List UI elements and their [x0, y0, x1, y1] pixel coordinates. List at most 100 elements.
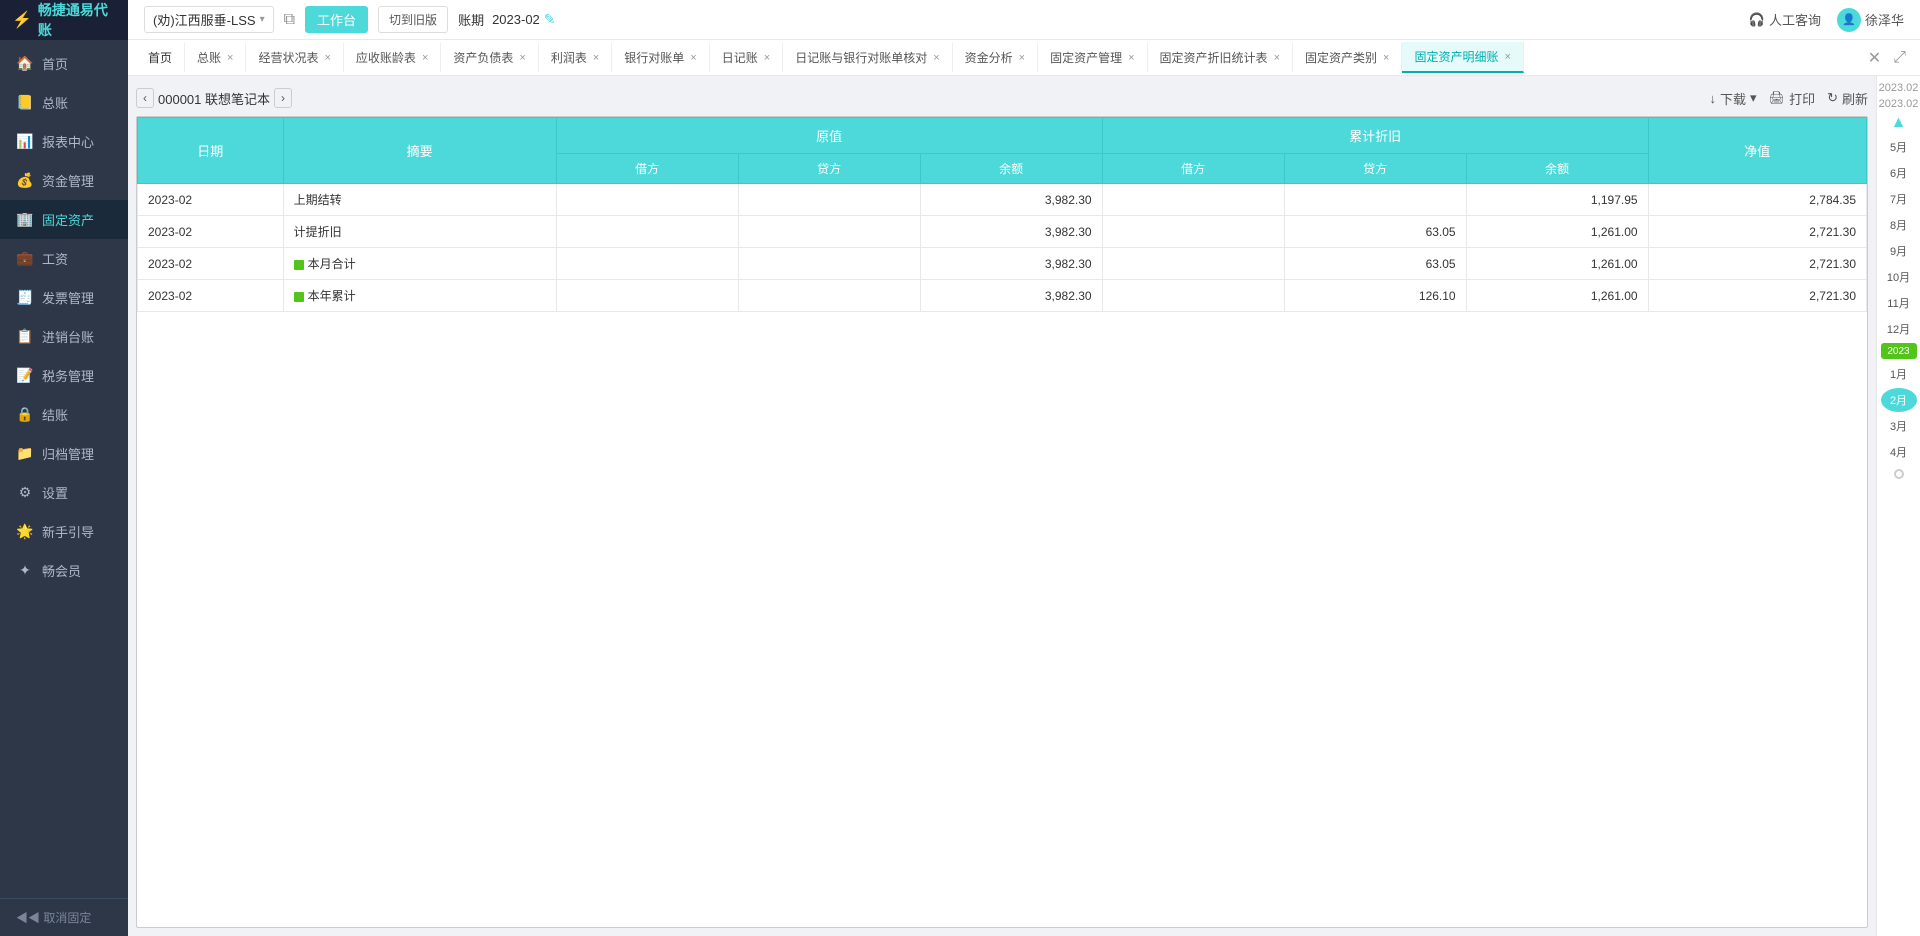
service-button[interactable]: 🎧 人工客询 — [1749, 10, 1821, 29]
topbar-right: 🎧 人工客询 👤 徐泽华 — [1749, 8, 1904, 32]
cal-month-1[interactable]: 1月 — [1881, 362, 1917, 386]
tab-bank-close[interactable]: × — [690, 52, 696, 64]
sidebar-item-vip[interactable]: ✦ 畅会员 — [0, 551, 128, 590]
tab-journal-label: 日记账 — [722, 49, 758, 66]
cell-orig-credit — [738, 248, 920, 280]
tab-ledger[interactable]: 总账 × — [185, 43, 246, 72]
tab-assets[interactable]: 资产负债表 × — [441, 43, 538, 72]
tab-reconcile-label: 日记账与银行对账单核对 — [795, 49, 927, 66]
cal-month-7[interactable]: 7月 — [1881, 187, 1917, 211]
sidebar-item-fixed[interactable]: 🏢 固定资产 — [0, 200, 128, 239]
fixed-asset-detail-table: 日期 摘要 原值 累计折旧 净值 借方 贷方 余额 借方 贷方 余额 — [136, 116, 1868, 928]
tab-profit[interactable]: 利润表 × — [539, 43, 612, 72]
sidebar-item-tax[interactable]: 📝 税务管理 — [0, 356, 128, 395]
th-accumulated-depreciation: 累计折旧 — [1102, 118, 1648, 154]
company-selector[interactable]: (劝)江西服垂-LSS ▾ — [144, 6, 274, 33]
cell-accum-debit — [1102, 184, 1284, 216]
sidebar-item-payroll[interactable]: 💼 工资 — [0, 239, 128, 278]
cal-month-8[interactable]: 8月 — [1881, 213, 1917, 237]
sidebar-item-label: 设置 — [42, 483, 68, 502]
tab-assets-close[interactable]: × — [519, 52, 525, 64]
tab-maximize-icon[interactable]: ⤢ — [1891, 47, 1908, 69]
logo-icon: ⚡ — [12, 10, 32, 30]
tab-receivable[interactable]: 应收账龄表 × — [344, 43, 441, 72]
cal-month-5[interactable]: 5月 — [1881, 135, 1917, 159]
closing-icon: 🔒 — [16, 406, 34, 423]
sidebar-item-sales[interactable]: 📋 进销台账 — [0, 317, 128, 356]
service-label: 人工客询 — [1769, 10, 1821, 29]
topbar: (劝)江西服垂-LSS ▾ ⧉ 工作台 切到旧版 账期 2023-02 ✎ 🎧 … — [128, 0, 1920, 40]
tab-operations-close[interactable]: × — [324, 52, 330, 64]
tab-reconcile[interactable]: 日记账与银行对账单核对 × — [783, 43, 952, 72]
cal-month-11[interactable]: 11月 — [1881, 291, 1917, 315]
sidebar-item-label: 工资 — [42, 249, 68, 268]
tab-receivable-close[interactable]: × — [422, 52, 428, 64]
tab-fixed-detail-close[interactable]: × — [1504, 51, 1510, 63]
tab-ledger-close[interactable]: × — [227, 52, 233, 64]
sidebar-unpin-button[interactable]: ◀◀ 取消固定 — [0, 898, 128, 936]
cell-date: 2023-02 — [138, 216, 284, 248]
ledger-icon: 📒 — [16, 94, 34, 111]
sidebar-item-label: 固定资产 — [42, 210, 94, 229]
main-content: ‹ 000001 联想笔记本 › ↓ 下载 ▾ 🖨 打印 ↻ 刷新 — [128, 76, 1876, 936]
cal-up-button[interactable]: ▲ — [1891, 114, 1907, 132]
tab-journal[interactable]: 日记账 × — [710, 43, 783, 72]
sidebar-item-funds[interactable]: 💰 资金管理 — [0, 161, 128, 200]
tab-close-icon[interactable]: ✕ — [1866, 46, 1883, 70]
sidebar-item-invoice[interactable]: 🧾 发票管理 — [0, 278, 128, 317]
sidebar-item-label: 报表中心 — [42, 132, 94, 151]
tab-depreciation-stats[interactable]: 固定资产折旧统计表 × — [1148, 43, 1293, 72]
sidebar-nav: 🏠 首页 📒 总账 📊 报表中心 💰 资金管理 🏢 固定资产 💼 工资 🧾 发票… — [0, 40, 128, 898]
sidebar-item-settings[interactable]: ⚙ 设置 — [0, 473, 128, 512]
sidebar-item-ledger[interactable]: 📒 总账 — [0, 83, 128, 122]
tab-reconcile-close[interactable]: × — [933, 52, 939, 64]
tab-funds[interactable]: 资金分析 × — [953, 43, 1038, 72]
switch-button[interactable]: 切到旧版 — [378, 6, 448, 33]
cal-month-2-active[interactable]: 2月 — [1881, 388, 1917, 412]
sidebar-item-label: 首页 — [42, 54, 68, 73]
settings-icon: ⚙ — [16, 484, 34, 501]
sidebar-item-home[interactable]: 🏠 首页 — [0, 44, 128, 83]
tab-fixed-category-close[interactable]: × — [1383, 52, 1389, 64]
download-button[interactable]: ↓ 下载 ▾ — [1710, 89, 1757, 108]
cal-dot-indicator[interactable] — [1894, 469, 1904, 479]
cell-orig-debit — [556, 216, 738, 248]
tab-operations-label: 经营状况表 — [258, 49, 318, 66]
th-original-value: 原值 — [556, 118, 1102, 154]
cal-month-10[interactable]: 10月 — [1881, 265, 1917, 289]
sidebar-item-closing[interactable]: 🔒 结账 — [0, 395, 128, 434]
tab-profit-close[interactable]: × — [593, 52, 599, 64]
cal-month-6[interactable]: 6月 — [1881, 161, 1917, 185]
sidebar-item-guide[interactable]: 🌟 新手引导 — [0, 512, 128, 551]
cal-month-12[interactable]: 12月 — [1881, 317, 1917, 341]
print-button[interactable]: 🖨 打印 — [1769, 89, 1816, 108]
tab-home[interactable]: 首页 — [136, 43, 185, 72]
cell-date: 2023-02 — [138, 280, 284, 312]
tab-fixed-category[interactable]: 固定资产类别 × — [1293, 43, 1402, 72]
user-name: 徐泽华 — [1865, 10, 1904, 29]
tab-funds-close[interactable]: × — [1019, 52, 1025, 64]
tab-fixed-mgmt-close[interactable]: × — [1128, 52, 1134, 64]
cal-month-3[interactable]: 3月 — [1881, 414, 1917, 438]
cal-month-4[interactable]: 4月 — [1881, 440, 1917, 464]
subnav-next-button[interactable]: › — [274, 88, 292, 108]
tab-operations[interactable]: 经营状况表 × — [246, 43, 343, 72]
sidebar-item-archive[interactable]: 📁 归档管理 — [0, 434, 128, 473]
tab-fixed-mgmt[interactable]: 固定资产管理 × — [1038, 43, 1147, 72]
period-edit-icon[interactable]: ✎ — [544, 11, 556, 28]
tab-depreciation-stats-close[interactable]: × — [1274, 52, 1280, 64]
tab-fixed-category-label: 固定资产类别 — [1305, 49, 1377, 66]
cal-month-9[interactable]: 9月 — [1881, 239, 1917, 263]
workbench-button[interactable]: 工作台 — [305, 6, 368, 33]
tab-journal-close[interactable]: × — [764, 52, 770, 64]
tab-fixed-detail[interactable]: 固定资产明细账 × — [1402, 42, 1523, 73]
user-profile[interactable]: 👤 徐泽华 — [1837, 8, 1904, 32]
subnav-prev-button[interactable]: ‹ — [136, 88, 154, 108]
table-row: 2023-02 本年累计 3,982.30 126.10 1,261.00 2,… — [138, 280, 1867, 312]
sidebar-item-reports[interactable]: 📊 报表中心 — [0, 122, 128, 161]
refresh-button[interactable]: ↻ 刷新 — [1827, 89, 1868, 108]
cell-orig-debit — [556, 248, 738, 280]
tax-icon: 📝 — [16, 367, 34, 384]
tab-bank[interactable]: 银行对账单 × — [612, 43, 709, 72]
copy-icon[interactable]: ⧉ — [284, 11, 295, 29]
